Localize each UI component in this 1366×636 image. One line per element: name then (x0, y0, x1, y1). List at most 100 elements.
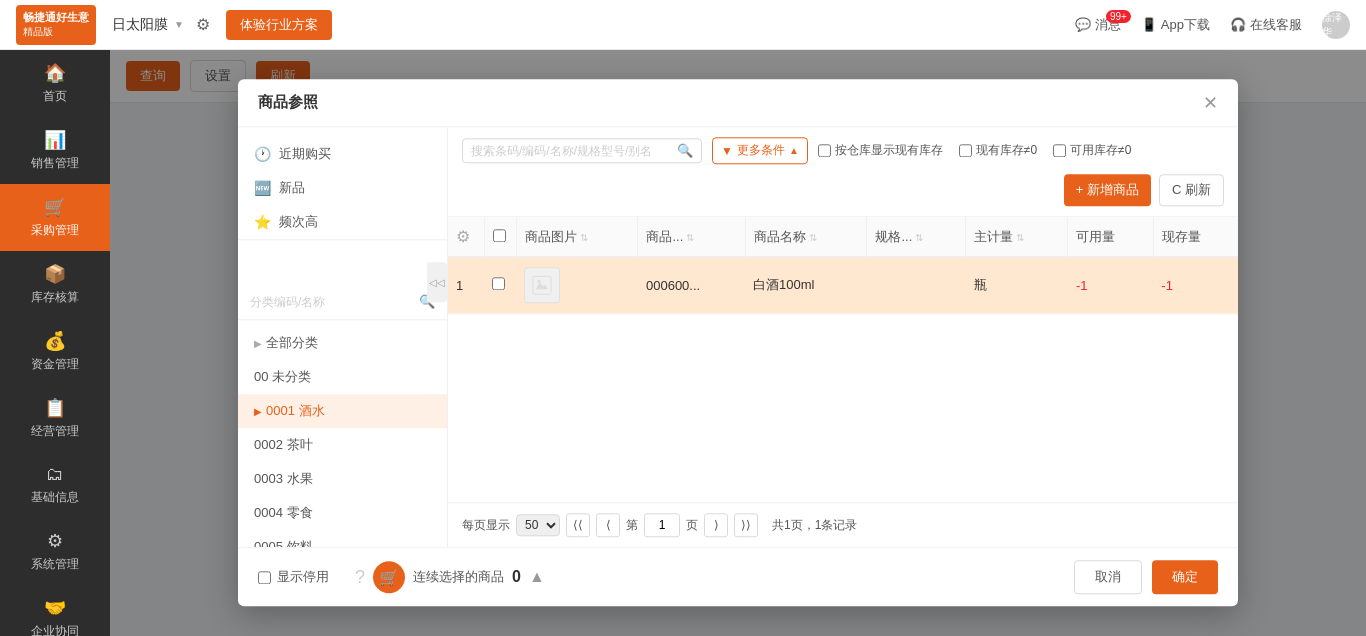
per-page-select[interactable]: 50 (516, 515, 560, 537)
trial-button[interactable]: 体验行业方案 (226, 10, 332, 40)
product-table: ⚙ 商品图片⇅ 商品...⇅ 商品名称⇅ 规格...⇅ 主计量⇅ 可用量 现存量 (448, 217, 1238, 314)
cart-label: 连续选择的商品 (413, 569, 504, 587)
user-profile-nav-item[interactable]: 徐泽华 (1322, 11, 1350, 39)
purchase-icon: 🛒 (44, 196, 66, 218)
basic-info-icon: 🗂 (46, 464, 64, 485)
modal-right-panel: 🔍 ▼ 更多条件 ▲ 按仓库显示现有库存 (448, 127, 1238, 547)
row-stock: -1 (1153, 257, 1238, 314)
recent-purchase-tab[interactable]: 🕐 近期购买 (238, 137, 447, 171)
operations-icon: 📋 (44, 397, 66, 419)
next-page-button[interactable]: ⟩ (704, 514, 728, 538)
category-item-tea[interactable]: 0002 茶叶 (238, 428, 447, 462)
sidebar-item-system[interactable]: ⚙ 系统管理 (0, 518, 110, 585)
active-expand-icon: ▶ (254, 406, 262, 417)
th-image[interactable]: 商品图片⇅ (516, 217, 638, 257)
row-image (516, 257, 638, 314)
message-badge: 99+ (1106, 10, 1131, 23)
th-code[interactable]: 商品...⇅ (638, 217, 745, 257)
search-icon[interactable]: 🔍 (677, 143, 693, 158)
sidebar-item-purchase[interactable]: 🛒 采购管理 (0, 184, 110, 251)
system-icon: ⚙ (47, 530, 63, 552)
home-icon: 🏠 (44, 62, 66, 84)
warehouse-dropdown[interactable]: 日太阳膜 ▼ (112, 16, 184, 34)
clock-icon: 🕐 (254, 146, 271, 162)
quick-tabs: 🕐 近期购买 🆕 新品 ⭐ 频次高 (238, 127, 447, 240)
last-page-button[interactable]: ⟩⟩ (734, 514, 758, 538)
warehouse-stock-checkbox[interactable]: 按仓库显示现有库存 (818, 142, 943, 159)
refresh-button[interactable]: C 刷新 (1159, 174, 1224, 206)
product-search-input[interactable] (471, 144, 671, 158)
row-select-checkbox[interactable] (492, 277, 505, 290)
sidebar-item-basic-info[interactable]: 🗂 基础信息 (0, 452, 110, 518)
sidebar-item-operations[interactable]: 📋 经营管理 (0, 385, 110, 452)
sidebar-item-sales[interactable]: 📊 销售管理 (0, 117, 110, 184)
modal-close-button[interactable]: ✕ (1203, 94, 1218, 112)
sidebar-item-finance[interactable]: 💰 资金管理 (0, 318, 110, 385)
product-toolbar: 🔍 ▼ 更多条件 ▲ 按仓库显示现有库存 (448, 127, 1238, 217)
cart-icon[interactable]: 🛒 (373, 562, 405, 594)
cart-collapse-icon[interactable]: ▲ (529, 569, 545, 587)
cart-count: 0 (512, 569, 521, 587)
cancel-button[interactable]: 取消 (1074, 561, 1142, 595)
customer-service-nav-item[interactable]: 🎧 在线客服 (1230, 16, 1302, 34)
app-download-nav-item[interactable]: 📱 App下载 (1141, 16, 1210, 34)
help-icon[interactable]: ? (355, 567, 365, 588)
add-product-button[interactable]: + 新增商品 (1064, 174, 1151, 206)
app-logo: 畅捷通好生意 精品版 (16, 5, 96, 45)
category-item-unclassified[interactable]: 00 未分类 (238, 360, 447, 394)
confirm-button[interactable]: 确定 (1152, 561, 1218, 595)
category-item-fruit[interactable]: 0003 水果 (238, 462, 447, 496)
available-stock-input[interactable] (1053, 144, 1066, 157)
new-products-tab[interactable]: 🆕 新品 (238, 171, 447, 205)
navbar-right: 💬 消息 99+ 📱 App下载 🎧 在线客服 徐泽华 (1075, 11, 1350, 39)
page-number-input[interactable] (644, 514, 680, 538)
available-stock-checkbox[interactable]: 可用库存≠0 (1053, 142, 1131, 159)
category-item-snacks[interactable]: 0004 零食 (238, 496, 447, 530)
th-unit[interactable]: 主计量⇅ (966, 217, 1068, 257)
column-settings-icon[interactable]: ⚙ (456, 228, 470, 245)
category-item-liquor[interactable]: ▶ 0001 酒水 (238, 394, 447, 428)
new-icon: 🆕 (254, 180, 271, 196)
show-disabled-checkbox[interactable]: 显示停用 (258, 569, 329, 587)
nonzero-stock-checkbox[interactable]: 现有库存≠0 (959, 142, 1037, 159)
nonzero-stock-input[interactable] (959, 144, 972, 157)
settings-icon[interactable]: ⚙ (196, 15, 210, 34)
select-all-checkbox[interactable] (493, 229, 506, 242)
more-filters-button[interactable]: ▼ 更多条件 ▲ (712, 137, 808, 164)
th-name[interactable]: 商品名称⇅ (745, 217, 867, 257)
collapse-panel-button[interactable]: ◁◁ (427, 262, 447, 302)
modal-footer: 显示停用 ? 🛒 连续选择的商品 0 ▲ 取消 确定 (238, 548, 1238, 607)
th-available[interactable]: 可用量 (1068, 217, 1153, 257)
cart-section: ? 🛒 连续选择的商品 0 ▲ (359, 562, 545, 594)
modal-footer-actions: 取消 确定 (1074, 561, 1218, 595)
sort-icon-name: ⇅ (809, 232, 817, 243)
modal-header: 商品参照 ✕ (238, 79, 1238, 127)
message-icon: 💬 (1075, 17, 1091, 32)
warehouse-stock-input[interactable] (818, 144, 831, 157)
th-checkbox[interactable] (484, 217, 516, 257)
modal-left-panel: 🕐 近期购买 🆕 新品 ⭐ 频次高 (238, 127, 448, 547)
frequent-tab[interactable]: ⭐ 频次高 (238, 205, 447, 239)
row-checkbox[interactable] (484, 257, 516, 314)
th-gear[interactable]: ⚙ (448, 217, 484, 257)
avatar: 徐泽华 (1322, 11, 1350, 39)
message-nav-item[interactable]: 💬 消息 99+ (1075, 16, 1121, 34)
sort-icon-spec: ⇅ (915, 232, 923, 243)
show-disabled-input[interactable] (258, 571, 271, 584)
sidebar-item-home[interactable]: 🏠 首页 (0, 50, 110, 117)
row-num: 1 (448, 257, 484, 314)
table-row[interactable]: 1 (448, 257, 1238, 314)
first-page-button[interactable]: ⟨⟨ (566, 514, 590, 538)
sidebar-item-inventory[interactable]: 📦 库存核算 (0, 251, 110, 318)
th-stock[interactable]: 现存量 (1153, 217, 1238, 257)
row-name: 白酒100ml (745, 257, 867, 314)
category-item-all[interactable]: ▶ 全部分类 (238, 326, 447, 360)
page-label: 第 (626, 517, 638, 534)
th-spec[interactable]: 规格...⇅ (867, 217, 966, 257)
sidebar-item-enterprise[interactable]: 🤝 企业协同 (0, 585, 110, 636)
pagination-total: 共1页，1条记录 (772, 517, 857, 534)
table-header-row: ⚙ 商品图片⇅ 商品...⇅ 商品名称⇅ 规格...⇅ 主计量⇅ 可用量 现存量 (448, 217, 1238, 257)
prev-page-button[interactable]: ⟨ (596, 514, 620, 538)
category-item-beverages[interactable]: 0005 饮料 (238, 530, 447, 547)
category-search-input[interactable] (250, 295, 413, 309)
